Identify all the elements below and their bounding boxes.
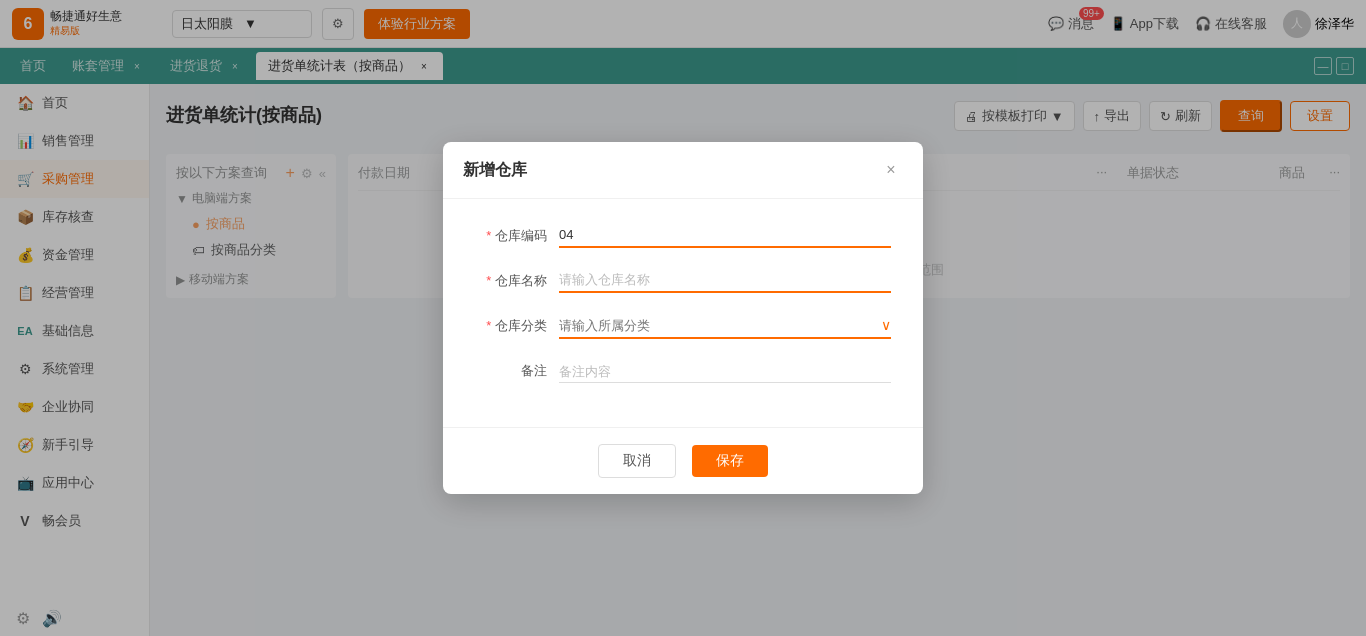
modal-backdrop: 新增仓库 × 仓库编码 仓库名称 仓库分类 ∨ [0,0,1366,636]
name-input[interactable] [559,268,891,293]
form-row-code: 仓库编码 [475,223,891,248]
save-button[interactable]: 保存 [692,445,768,477]
form-row-category: 仓库分类 ∨ [475,313,891,339]
form-row-name: 仓库名称 [475,268,891,293]
dialog-title: 新增仓库 [463,160,527,181]
category-select[interactable]: ∨ [559,313,891,339]
dialog-close-button[interactable]: × [879,158,903,182]
dialog-body: 仓库编码 仓库名称 仓库分类 ∨ 备注 [443,199,923,427]
dialog-footer: 取消 保存 [443,427,923,494]
dialog-header: 新增仓库 × [443,142,923,199]
category-label: 仓库分类 [475,317,547,335]
cancel-button[interactable]: 取消 [598,444,676,478]
remark-input[interactable] [559,359,891,383]
category-input[interactable] [559,318,881,333]
select-arrow-icon: ∨ [881,317,891,333]
code-input[interactable] [559,223,891,248]
code-label: 仓库编码 [475,227,547,245]
new-warehouse-dialog: 新增仓库 × 仓库编码 仓库名称 仓库分类 ∨ [443,142,923,494]
form-row-remark: 备注 [475,359,891,383]
name-label: 仓库名称 [475,272,547,290]
remark-label: 备注 [475,362,547,380]
